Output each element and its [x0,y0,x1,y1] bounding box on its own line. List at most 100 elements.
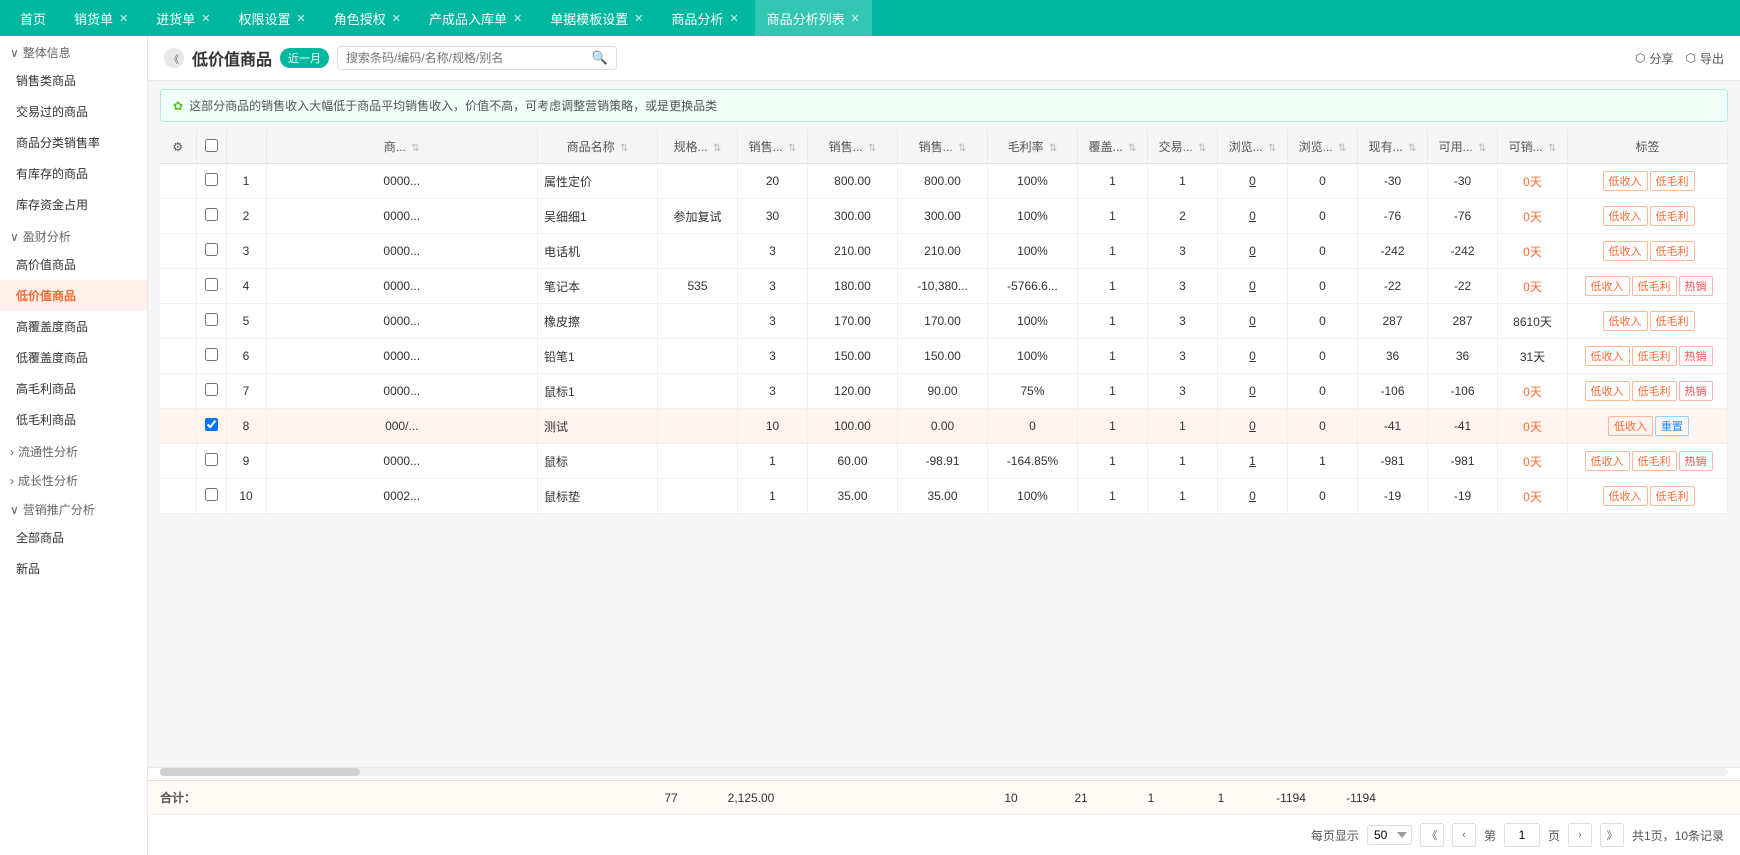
browse1-value[interactable]: 0 [1249,419,1256,433]
row-checkbox[interactable] [205,418,218,431]
browse2-column-header[interactable]: 浏览... ⇅ [1288,130,1358,164]
horizontal-scrollbar[interactable] [160,768,1728,776]
close-icon[interactable]: ✕ [392,12,401,25]
nav-sales-order[interactable]: 销货单 ✕ [62,0,140,36]
browse1-cell[interactable]: 0 [1218,164,1288,199]
next-page-button[interactable]: › [1568,823,1592,847]
sidebar-item-category-sales-rate[interactable]: 商品分类销售率 [0,127,147,158]
browse1-value[interactable]: 1 [1249,454,1256,468]
checkbox-cell[interactable] [196,269,226,304]
browse1-cell[interactable]: 0 [1218,409,1288,444]
search-input[interactable] [346,51,586,65]
current-stock-column-header[interactable]: 现有... ⇅ [1358,130,1428,164]
checkbox-cell[interactable] [196,234,226,269]
browse1-cell[interactable]: 0 [1218,339,1288,374]
sidebar-group-growth[interactable]: › 成长性分析 [0,464,147,493]
checkbox-cell[interactable] [196,374,226,409]
browse1-value[interactable]: 0 [1249,384,1256,398]
sidebar-group-overview[interactable]: ∨ 整体信息 [0,36,147,65]
row-checkbox[interactable] [205,383,218,396]
sidebar-item-new-products[interactable]: 新品 [0,553,147,584]
nav-product-inbound[interactable]: 产成品入库单 ✕ [417,0,534,36]
checkbox-cell[interactable] [196,409,226,444]
close-icon[interactable]: ✕ [513,12,522,25]
sidebar-item-low-value[interactable]: 低价值商品 [0,280,147,311]
nav-purchase-order[interactable]: 进货单 ✕ [144,0,222,36]
browse1-value[interactable]: 0 [1249,489,1256,503]
scrollbar-thumb[interactable] [160,768,360,776]
row-checkbox[interactable] [205,208,218,221]
sidebar-item-sales-products[interactable]: 销售类商品 [0,65,147,96]
browse1-cell[interactable]: 0 [1218,479,1288,514]
sidebar-group-profit[interactable]: ∨ 盈财分析 [0,220,147,249]
available-column-header[interactable]: 可用... ⇅ [1428,130,1498,164]
close-icon[interactable]: ✕ [634,12,643,25]
row-checkbox[interactable] [205,313,218,326]
last-page-button[interactable]: 》 [1600,823,1624,847]
nav-role-auth[interactable]: 角色授权 ✕ [322,0,413,36]
export-button[interactable]: ⬡ 导出 [1686,50,1725,67]
time-filter-badge[interactable]: 近一月 [280,48,329,68]
close-icon[interactable]: ✕ [119,12,128,25]
spec-column-header[interactable]: 规格... ⇅ [658,130,738,164]
row-checkbox[interactable] [205,348,218,361]
code-column-header[interactable]: 商... ⇅ [266,130,538,164]
share-button[interactable]: ⬡ 分享 [1635,50,1674,67]
close-icon[interactable]: ✕ [851,12,860,25]
checkbox-cell[interactable] [196,479,226,514]
row-checkbox[interactable] [205,173,218,186]
checkbox-cell[interactable] [196,164,226,199]
browse1-value[interactable]: 0 [1249,314,1256,328]
name-column-header[interactable]: 商品名称 ⇅ [538,130,658,164]
browse1-cell[interactable]: 0 [1218,199,1288,234]
browse1-cell[interactable]: 0 [1218,304,1288,339]
sales-price-column-header[interactable]: 销售... ⇅ [808,130,898,164]
trade-column-header[interactable]: 交易... ⇅ [1148,130,1218,164]
checkbox-cell[interactable] [196,304,226,339]
page-size-select[interactable]: 50 100 200 [1367,825,1412,845]
browse1-cell[interactable]: 0 [1218,269,1288,304]
nav-permissions[interactable]: 权限设置 ✕ [226,0,317,36]
browse1-cell[interactable]: 1 [1218,444,1288,479]
checkbox-column-header[interactable] [196,130,226,164]
browse1-value[interactable]: 0 [1249,349,1256,363]
browse1-value[interactable]: 0 [1249,279,1256,293]
close-icon[interactable]: ✕ [297,12,306,25]
sidebar-group-liquidity[interactable]: › 流通性分析 [0,435,147,464]
row-checkbox[interactable] [205,278,218,291]
nav-product-analysis[interactable]: 商品分析 ✕ [659,0,750,36]
sidebar-item-traded-products[interactable]: 交易过的商品 [0,96,147,127]
nav-home[interactable]: 首页 [8,0,58,36]
close-icon[interactable]: ✕ [729,12,738,25]
sidebar-item-all-products[interactable]: 全部商品 [0,522,147,553]
select-all-checkbox[interactable] [205,139,218,152]
first-page-button[interactable]: 《 [1420,823,1444,847]
sales-cost-column-header[interactable]: 销售... ⇅ [898,130,988,164]
sidebar-collapse-button[interactable]: 《 [164,48,184,68]
settings-column-header[interactable]: ⚙ [160,130,196,164]
close-icon[interactable]: ✕ [201,12,210,25]
sidebar-group-marketing[interactable]: ∨ 营销推广分析 [0,493,147,522]
cover-column-header[interactable]: 覆盖... ⇅ [1078,130,1148,164]
checkbox-cell[interactable] [196,444,226,479]
sidebar-item-low-coverage[interactable]: 低覆盖度商品 [0,342,147,373]
checkbox-cell[interactable] [196,339,226,374]
browse1-value[interactable]: 0 [1249,209,1256,223]
page-number-input[interactable] [1504,823,1540,847]
sidebar-item-high-margin[interactable]: 高毛利商品 [0,373,147,404]
browse1-cell[interactable]: 0 [1218,374,1288,409]
row-checkbox[interactable] [205,453,218,466]
sidebar-item-stock-capital[interactable]: 库存资金占用 [0,189,147,220]
search-icon[interactable]: 🔍 [592,50,608,66]
sidebar-item-stocked-products[interactable]: 有库存的商品 [0,158,147,189]
browse1-value[interactable]: 0 [1249,244,1256,258]
sidebar-item-high-coverage[interactable]: 高覆盖度商品 [0,311,147,342]
gross-margin-column-header[interactable]: 毛利率 ⇅ [988,130,1078,164]
browse1-cell[interactable]: 0 [1218,234,1288,269]
row-checkbox[interactable] [205,488,218,501]
nav-template-settings[interactable]: 单据模板设置 ✕ [538,0,655,36]
row-checkbox[interactable] [205,243,218,256]
browse1-column-header[interactable]: 浏览... ⇅ [1218,130,1288,164]
nav-product-analysis-list[interactable]: 商品分析列表 ✕ [755,0,872,36]
checkbox-cell[interactable] [196,199,226,234]
